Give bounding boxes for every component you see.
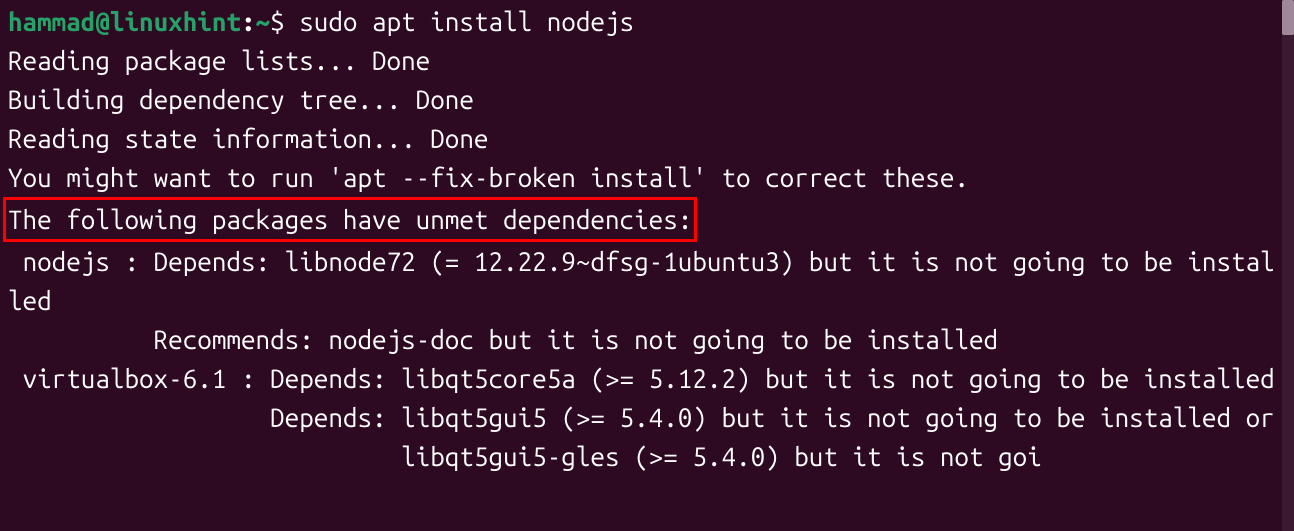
terminal-output[interactable]: hammad@linuxhint:~$ sudo apt install nod… xyxy=(8,2,1286,476)
scrollbar-track[interactable] xyxy=(1282,0,1294,531)
prompt-dollar: $ xyxy=(270,7,299,36)
output-line-9: Depends: libqt5gui5 (>= 5.4.0) but it is… xyxy=(8,403,1275,432)
output-line-7: Recommends: nodejs-doc but it is not goi… xyxy=(8,325,998,354)
output-line-2: Building dependency tree... Done xyxy=(8,85,474,114)
output-line-4: You might want to run 'apt --fix-broken … xyxy=(8,163,969,192)
output-line-6: nodejs : Depends: libnode72 (= 12.22.9~d… xyxy=(8,247,1275,315)
output-line-10: libqt5gui5-gles (>= 5.4.0) but it is not… xyxy=(8,442,1042,471)
scrollbar-thumb[interactable] xyxy=(1282,0,1294,35)
output-line-3: Reading state information... Done xyxy=(8,124,488,153)
output-line-5: The following packages have unmet depend… xyxy=(8,205,692,234)
output-line-1: Reading package lists... Done xyxy=(8,46,430,75)
prompt-path: ~ xyxy=(256,7,271,36)
prompt-separator: : xyxy=(241,7,256,36)
prompt-user: hammad@linuxhint xyxy=(8,7,241,36)
output-line-8: virtualbox-6.1 : Depends: libqt5core5a (… xyxy=(8,364,1275,393)
highlighted-error-line: The following packages have unmet depend… xyxy=(3,197,697,242)
command-text: sudo apt install nodejs xyxy=(299,7,634,36)
